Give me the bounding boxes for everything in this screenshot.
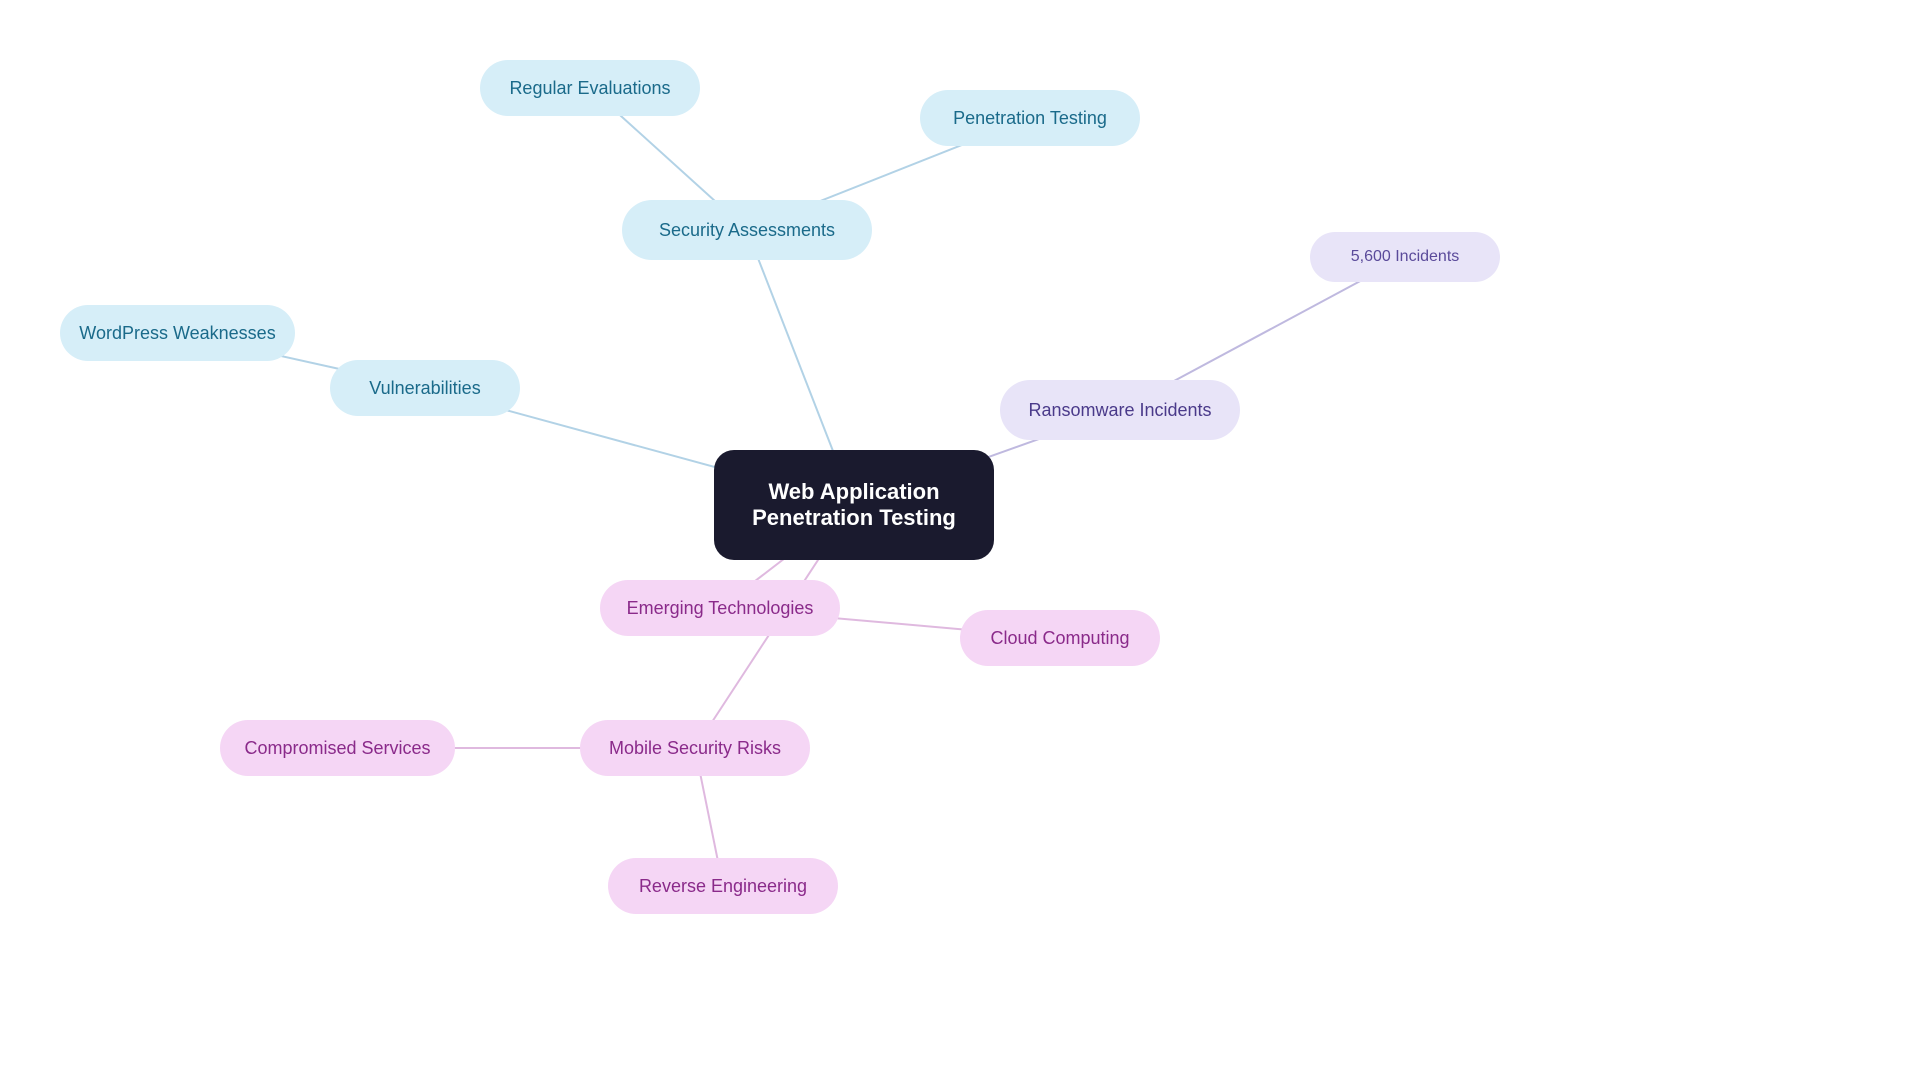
- node-regular-evaluations[interactable]: Regular Evaluations: [480, 60, 700, 116]
- node-security-assessments[interactable]: Security Assessments: [622, 200, 872, 260]
- node-vulnerabilities[interactable]: Vulnerabilities: [330, 360, 520, 416]
- node-cloud-computing[interactable]: Cloud Computing: [960, 610, 1160, 666]
- ransomware-incidents-label: Ransomware Incidents: [1028, 400, 1211, 421]
- emerging-technologies-label: Emerging Technologies: [627, 598, 814, 619]
- mobile-security-risks-label: Mobile Security Risks: [609, 738, 781, 759]
- node-reverse-engineering[interactable]: Reverse Engineering: [608, 858, 838, 914]
- reverse-engineering-label: Reverse Engineering: [639, 876, 807, 897]
- node-emerging-technologies[interactable]: Emerging Technologies: [600, 580, 840, 636]
- compromised-services-label: Compromised Services: [244, 738, 430, 759]
- security-assessments-label: Security Assessments: [659, 220, 835, 241]
- node-penetration-testing[interactable]: Penetration Testing: [920, 90, 1140, 146]
- center-label: Web Application Penetration Testing: [714, 479, 994, 531]
- penetration-testing-label: Penetration Testing: [953, 108, 1107, 129]
- node-mobile-security-risks[interactable]: Mobile Security Risks: [580, 720, 810, 776]
- vulnerabilities-label: Vulnerabilities: [369, 378, 480, 399]
- node-compromised-services[interactable]: Compromised Services: [220, 720, 455, 776]
- center-node[interactable]: Web Application Penetration Testing: [714, 450, 994, 560]
- wordpress-weaknesses-label: WordPress Weaknesses: [79, 323, 275, 344]
- 5600-incidents-label: 5,600 Incidents: [1351, 248, 1460, 266]
- cloud-computing-label: Cloud Computing: [990, 628, 1129, 649]
- node-ransomware-incidents[interactable]: Ransomware Incidents: [1000, 380, 1240, 440]
- node-wordpress-weaknesses[interactable]: WordPress Weaknesses: [60, 305, 295, 361]
- regular-evaluations-label: Regular Evaluations: [509, 78, 670, 99]
- node-5600-incidents[interactable]: 5,600 Incidents: [1310, 232, 1500, 282]
